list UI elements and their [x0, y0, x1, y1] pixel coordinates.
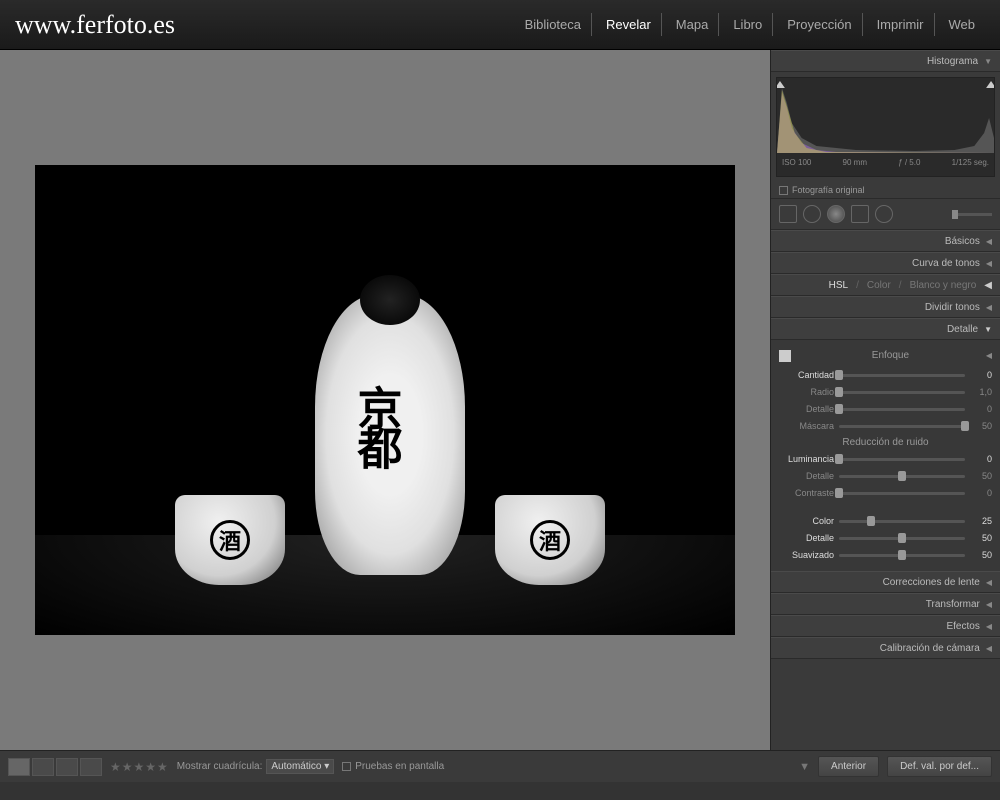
hsl-tab[interactable]: HSL [829, 280, 848, 291]
nav-proyeccion[interactable]: Proyección [777, 13, 862, 36]
develop-panel: Histograma▼ ISO 100 90 mm ƒ / 5.0 1/125 … [770, 50, 1000, 750]
nav-imprimir[interactable]: Imprimir [867, 13, 935, 36]
radio-slider[interactable] [839, 391, 965, 394]
color-tab[interactable]: Color [867, 280, 891, 291]
soft-proof-checkbox[interactable]: Pruebas en pantalla [342, 761, 444, 772]
cantidad-slider[interactable] [839, 374, 965, 377]
footer-toolbar: ★★★★★ Mostrar cuadrícula: Automático ▾ P… [0, 750, 1000, 782]
module-nav: Biblioteca Revelar Mapa Libro Proyección… [515, 13, 985, 36]
detail-panel-body: Enfoque◀ Cantidad0 Radio1,0 Detalle0 Más… [771, 340, 1000, 571]
nav-libro[interactable]: Libro [723, 13, 773, 36]
view-mode-buttons [8, 758, 102, 776]
collapse-toolbar-icon[interactable]: ▼ [799, 761, 810, 773]
grid-mode-select[interactable]: Automático ▾ [266, 759, 334, 774]
previous-button[interactable]: Anterior [818, 756, 879, 777]
photo-preview[interactable]: 京都 酒 酒 [35, 165, 735, 635]
view-compare-icon[interactable] [56, 758, 78, 776]
app-header: www.ferfoto.es Biblioteca Revelar Mapa L… [0, 0, 1000, 50]
detalle-slider[interactable] [839, 408, 965, 411]
panel-basicos[interactable]: Básicos◀ [771, 230, 1000, 252]
reset-button[interactable]: Def. val. por def... [887, 756, 992, 777]
bw-tab[interactable]: Blanco y negro [910, 280, 977, 291]
crop-tool-icon[interactable] [779, 205, 797, 223]
warning-icon [779, 350, 791, 362]
radial-tool-icon[interactable] [875, 205, 893, 223]
contraste-slider[interactable] [839, 492, 965, 495]
luminancia-slider[interactable] [839, 458, 965, 461]
redeye-tool-icon[interactable] [827, 205, 845, 223]
panel-transformar[interactable]: Transformar◀ [771, 593, 1000, 615]
histo-iso: ISO 100 [782, 158, 811, 167]
suavizado-slider[interactable] [839, 554, 965, 557]
color-detalle-slider[interactable] [839, 537, 965, 540]
panel-hsl[interactable]: HSL/ Color/ Blanco y negro ◀ [771, 274, 1000, 296]
nav-biblioteca[interactable]: Biblioteca [515, 13, 592, 36]
panel-lente[interactable]: Correcciones de lente◀ [771, 571, 1000, 593]
view-before-after-icon[interactable] [32, 758, 54, 776]
histo-focal: 90 mm [843, 158, 867, 167]
enfoque-title: Enfoque [795, 350, 986, 361]
nav-revelar[interactable]: Revelar [596, 13, 662, 36]
color-slider[interactable] [839, 520, 965, 523]
rating-stars[interactable]: ★★★★★ [110, 760, 169, 774]
mascara-slider[interactable] [839, 425, 965, 428]
tool-slider[interactable] [952, 213, 992, 216]
histogram-header[interactable]: Histograma▼ [771, 50, 1000, 72]
spot-tool-icon[interactable] [803, 205, 821, 223]
ruido-title: Reducción de ruido [779, 437, 992, 448]
canvas-area: 京都 酒 酒 [0, 50, 770, 750]
panel-dividir[interactable]: Dividir tonos◀ [771, 296, 1000, 318]
photo-bottle: 京都 [315, 295, 465, 575]
photo-cup-left: 酒 [175, 495, 285, 585]
photo-cup-right: 酒 [495, 495, 605, 585]
local-tools [771, 198, 1000, 230]
histogram[interactable]: ISO 100 90 mm ƒ / 5.0 1/125 seg. [776, 77, 995, 177]
histo-shutter: 1/125 seg. [952, 158, 989, 167]
nav-web[interactable]: Web [939, 13, 986, 36]
gradient-tool-icon[interactable] [851, 205, 869, 223]
panel-calibracion[interactable]: Calibración de cámara◀ [771, 637, 1000, 659]
original-checkbox[interactable]: Fotografía original [771, 182, 1000, 198]
panel-detalle[interactable]: Detalle▼ [771, 318, 1000, 340]
view-loupe-icon[interactable] [8, 758, 30, 776]
grid-label: Mostrar cuadrícula: [177, 761, 263, 772]
histo-aperture: ƒ / 5.0 [898, 158, 920, 167]
ruido-detalle-slider[interactable] [839, 475, 965, 478]
panel-curva[interactable]: Curva de tonos◀ [771, 252, 1000, 274]
panel-efectos[interactable]: Efectos◀ [771, 615, 1000, 637]
photo-kanji: 京都 [355, 385, 396, 465]
brand-logo: www.ferfoto.es [15, 10, 175, 40]
nav-mapa[interactable]: Mapa [666, 13, 720, 36]
view-split-icon[interactable] [80, 758, 102, 776]
